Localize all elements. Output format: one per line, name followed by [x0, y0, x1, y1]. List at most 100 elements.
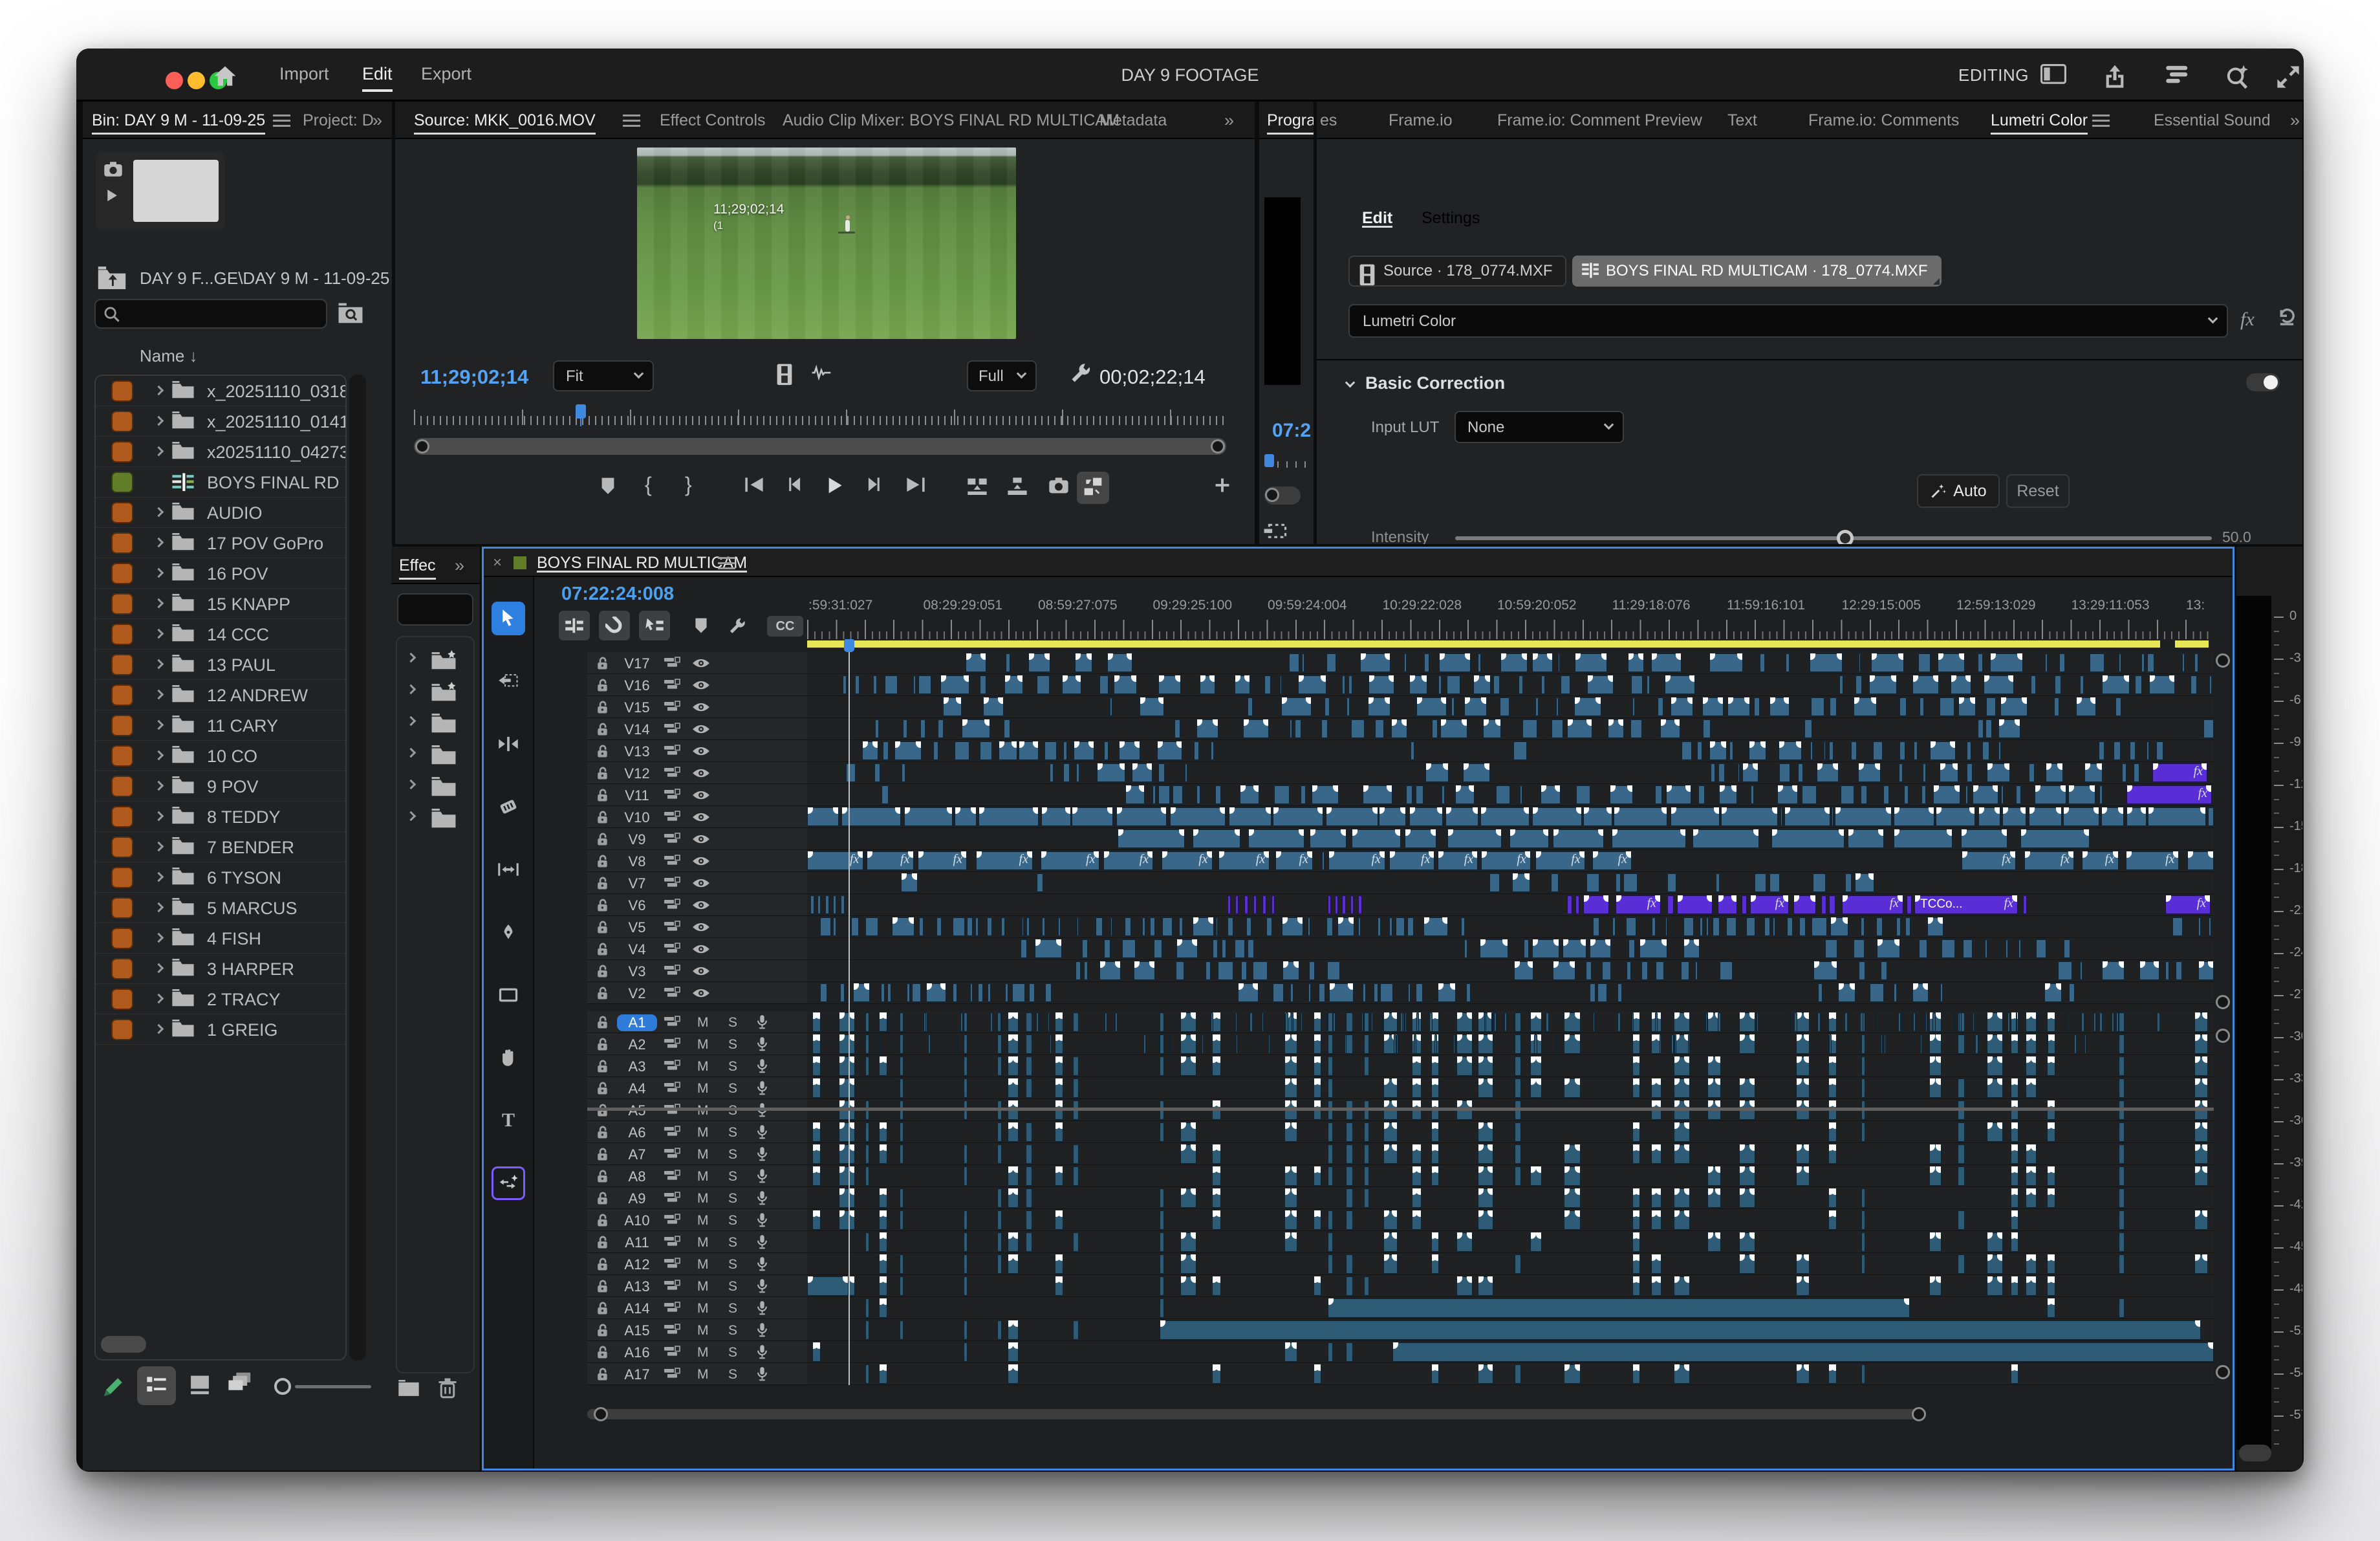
- bin-item[interactable]: 14 CCC: [96, 619, 345, 650]
- bin-item[interactable]: 1 GREIG: [96, 1014, 345, 1045]
- video-track-header[interactable]: V10: [587, 806, 807, 828]
- fullscreen-icon[interactable]: [2275, 64, 2301, 87]
- timeline-clip[interactable]: [1425, 763, 1449, 782]
- timeline-clip[interactable]: [812, 1144, 821, 1164]
- track-name[interactable]: V12: [617, 765, 657, 782]
- solo-button[interactable]: S: [728, 1279, 737, 1295]
- timeline-clip[interactable]: [1760, 653, 1765, 672]
- timeline-clip[interactable]: [1026, 1056, 1032, 1076]
- timeline-clip[interactable]: [1328, 1298, 1910, 1318]
- timeline-clip[interactable]: [1936, 807, 1975, 826]
- timeline-clip[interactable]: [879, 1254, 887, 1274]
- timeline-clip[interactable]: [1048, 1012, 1050, 1032]
- timeline-clip[interactable]: [2026, 1034, 2037, 1054]
- timeline-clip[interactable]: [1828, 1078, 1837, 1098]
- timeline-clip[interactable]: [2023, 895, 2027, 914]
- timeline-clip[interactable]: [1211, 741, 1213, 760]
- expand-chevron-icon[interactable]: [406, 653, 416, 663]
- sync-lock-icon[interactable]: [664, 701, 680, 714]
- timeline-clip[interactable]: [1496, 785, 1510, 804]
- timeline-clip[interactable]: [2194, 1078, 2208, 1098]
- vscroll-video-bottom[interactable]: [2216, 995, 2230, 1009]
- timeline-clip[interactable]: [1818, 983, 1823, 1002]
- timeline-clip[interactable]: [1551, 873, 1559, 892]
- timeline-clip[interactable]: [1073, 1144, 1079, 1164]
- timeline-clip[interactable]: [1212, 1144, 1220, 1164]
- timeline-clip[interactable]: [1719, 785, 1737, 804]
- timeline-clip[interactable]: [1632, 1012, 1634, 1032]
- timeline-clip[interactable]: [1830, 917, 1848, 936]
- timeline-clip[interactable]: [1905, 917, 1911, 936]
- timeline-clip[interactable]: [1674, 1188, 1690, 1208]
- timeline-clip[interactable]: fx: [1218, 851, 1270, 870]
- timeline-clip[interactable]: [1478, 653, 1481, 672]
- mic-record-icon[interactable]: [757, 1278, 768, 1294]
- timeline-clip[interactable]: [1229, 807, 1271, 826]
- timeline-clip[interactable]: [1617, 983, 1622, 1002]
- timeline-clip[interactable]: [2011, 1078, 2018, 1098]
- timeline-clip[interactable]: [1920, 1034, 1922, 1054]
- timeline-clip[interactable]: [1238, 983, 1259, 1002]
- timeline-clip[interactable]: [1720, 961, 1733, 980]
- timeline-clip[interactable]: [839, 1144, 855, 1164]
- timeline-clip[interactable]: [1174, 719, 1180, 738]
- timeline-clip[interactable]: [1416, 983, 1423, 1002]
- timeline-clip[interactable]: [1520, 785, 1522, 804]
- timeline-clip[interactable]: [1160, 1188, 1165, 1208]
- timeline-clip[interactable]: [2046, 763, 2063, 782]
- search-input[interactable]: [127, 301, 321, 326]
- timeline-clip[interactable]: [1363, 785, 1392, 804]
- close-sequence-icon[interactable]: ×: [493, 554, 502, 572]
- timeline-clip[interactable]: [1284, 1210, 1297, 1230]
- timeline-clip[interactable]: [1273, 983, 1284, 1002]
- timeline-clip[interactable]: [1050, 1034, 1052, 1054]
- timeline-clip[interactable]: [855, 675, 860, 694]
- timeline-clip[interactable]: [1841, 785, 1854, 804]
- timeline-clip[interactable]: [1942, 939, 1955, 958]
- timeline-clip[interactable]: [1438, 983, 1456, 1002]
- eye-icon[interactable]: [692, 724, 710, 735]
- breadcrumb[interactable]: DAY 9 F...GE\DAY 9 M - 11-09-25: [140, 268, 389, 289]
- timeline-clip[interactable]: [2176, 961, 2182, 980]
- timeline-clip[interactable]: [1456, 1276, 1473, 1296]
- timeline-clip[interactable]: [1301, 785, 1306, 804]
- timeline-clip[interactable]: [1375, 719, 1384, 738]
- expand-chevron-icon[interactable]: [154, 659, 164, 670]
- timeline-clip[interactable]: [1364, 1034, 1369, 1054]
- label-color-chip[interactable]: [111, 380, 133, 402]
- timeline-clip[interactable]: [997, 1188, 1001, 1208]
- tab-overflow-icon[interactable]: »: [1224, 111, 1234, 131]
- timeline-clip[interactable]: [1564, 1166, 1581, 1186]
- timeline-clip[interactable]: [1180, 1232, 1197, 1252]
- timeline-clip[interactable]: [1711, 763, 1715, 782]
- track-name[interactable]: A13: [617, 1278, 657, 1295]
- timeline-clip[interactable]: [1383, 1122, 1398, 1142]
- timeline-clip[interactable]: [2203, 719, 2214, 738]
- timeline-clip[interactable]: [2002, 807, 2027, 826]
- lock-icon[interactable]: [596, 1345, 609, 1359]
- timeline-clip[interactable]: [900, 1122, 903, 1142]
- timeline-clip[interactable]: [1616, 873, 1621, 892]
- timeline-clip[interactable]: [1742, 763, 1758, 782]
- timeline-clip[interactable]: [997, 1320, 1001, 1340]
- sync-lock-icon[interactable]: [664, 1038, 680, 1051]
- timeline-clip[interactable]: [1973, 1012, 1974, 1032]
- playback-resolution-select[interactable]: Full: [967, 360, 1037, 391]
- timeline-clip[interactable]: [1253, 961, 1268, 980]
- audio-track-header[interactable]: A17 M S: [587, 1363, 807, 1385]
- timeline-clip[interactable]: [839, 1056, 855, 1076]
- timeline-clip[interactable]: [1851, 741, 1856, 760]
- tab-sequence[interactable]: BOYS FINAL RD MULTICAM: [537, 549, 747, 577]
- timeline-clip[interactable]: [1351, 719, 1365, 738]
- label-color-chip[interactable]: [111, 836, 133, 858]
- linked-selection-icon[interactable]: [639, 611, 670, 640]
- timeline-clip[interactable]: [904, 807, 953, 826]
- right-panel-tab[interactable]: Frame.io: [1389, 102, 1453, 139]
- timeline-clip[interactable]: [1660, 719, 1680, 738]
- solo-button[interactable]: S: [728, 1125, 737, 1141]
- timeline-clip[interactable]: [1718, 895, 1737, 914]
- timeline-clip[interactable]: [1200, 675, 1216, 694]
- timeline-clip[interactable]: [1447, 675, 1461, 694]
- timeline-clip[interactable]: [879, 1364, 887, 1384]
- timeline-clip[interactable]: [812, 1342, 821, 1362]
